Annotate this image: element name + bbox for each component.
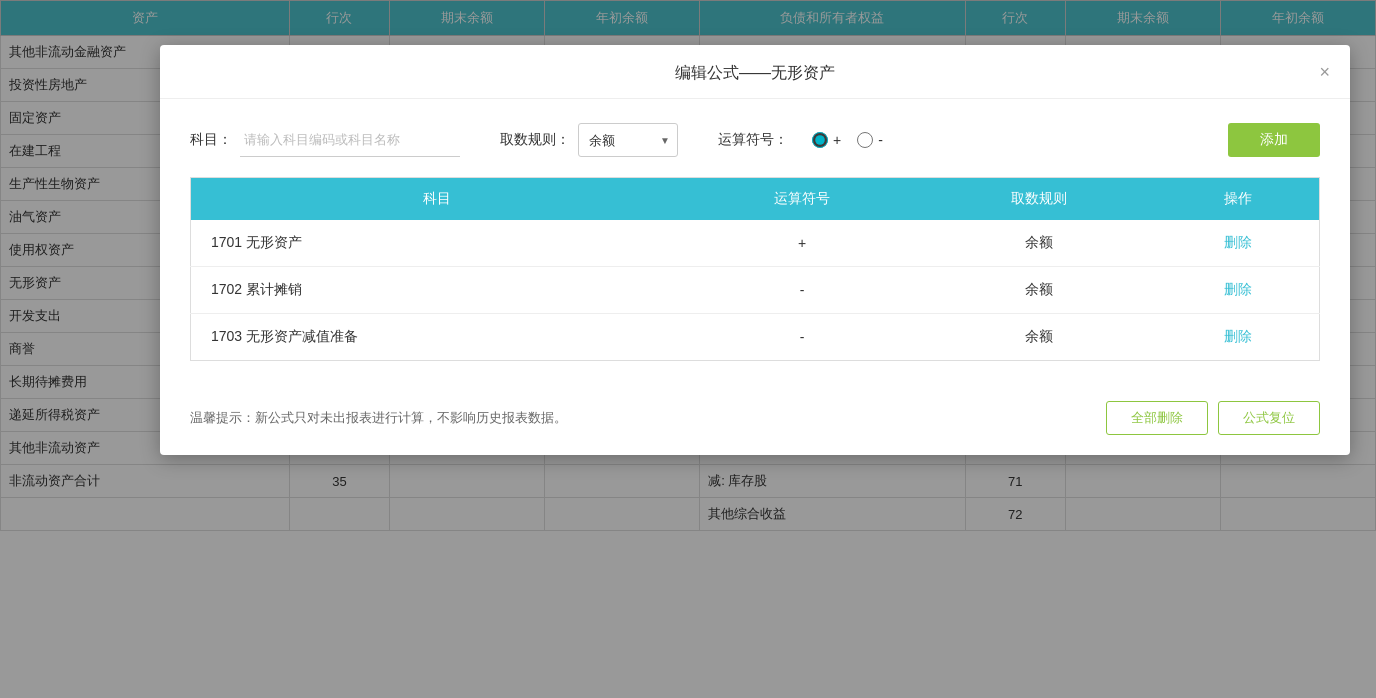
table-header-operator: 运算符号 (684, 178, 921, 221)
operator-group: 运算符号： + - (718, 131, 883, 149)
subject-cell: 1701 无形资产 (191, 220, 684, 267)
table-header-row: 科目 运算符号 取数规则 操作 (191, 178, 1320, 221)
operator-cell: + (684, 220, 921, 267)
edit-formula-modal: 编辑公式——无形资产 × 科目： 取数规则： 余额 借方 贷方 借方发生额 贷方… (160, 45, 1350, 455)
rule-section: 取数规则： 余额 借方 贷方 借方发生额 贷方发生额 ▼ (500, 123, 678, 157)
table-row: 1701 无形资产+余额 删除 (191, 220, 1320, 267)
rule-label: 取数规则： (500, 131, 570, 149)
modal-title: 编辑公式——无形资产 (675, 63, 835, 84)
modal-header: 编辑公式——无形资产 × (160, 45, 1350, 99)
subject-label: 科目： (190, 131, 232, 149)
table-row: 1703 无形资产减值准备-余额 删除 (191, 314, 1320, 361)
rule-select-wrapper: 余额 借方 贷方 借方发生额 贷方发生额 ▼ (578, 123, 678, 157)
table-row: 1702 累计摊销-余额 删除 (191, 267, 1320, 314)
formula-table: 科目 运算符号 取数规则 操作 1701 无形资产+余额删除1702 累计摊销-… (190, 177, 1320, 361)
footer-buttons: 全部删除 公式复位 (1106, 401, 1320, 435)
tip-text: 温馨提示：新公式只对未出报表进行计算，不影响历史报表数据。 (190, 409, 567, 427)
subject-cell: 1702 累计摊销 (191, 267, 684, 314)
modal-body: 科目： 取数规则： 余额 借方 贷方 借方发生额 贷方发生额 ▼ 运算符号： (160, 99, 1350, 385)
operator-plus-text: + (833, 132, 841, 148)
operator-plus-label[interactable]: + (812, 132, 841, 148)
delete-link[interactable]: 删除 (1224, 234, 1252, 250)
action-cell: 删除 (1157, 314, 1320, 361)
table-header-subject: 科目 (191, 178, 684, 221)
subject-cell: 1703 无形资产减值准备 (191, 314, 684, 361)
delete-link[interactable]: 删除 (1224, 281, 1252, 297)
operator-minus-label[interactable]: - (857, 132, 883, 148)
operator-plus-radio[interactable] (812, 132, 828, 148)
rule-cell: 余额 (920, 267, 1157, 314)
formula-form-row: 科目： 取数规则： 余额 借方 贷方 借方发生额 贷方发生额 ▼ 运算符号： (190, 123, 1320, 157)
rule-cell: 余额 (920, 220, 1157, 267)
table-header-rule: 取数规则 (920, 178, 1157, 221)
reset-formula-button[interactable]: 公式复位 (1218, 401, 1320, 435)
operator-minus-radio[interactable] (857, 132, 873, 148)
subject-input[interactable] (240, 123, 460, 157)
action-cell: 删除 (1157, 267, 1320, 314)
operator-cell: - (684, 314, 921, 361)
rule-select[interactable]: 余额 借方 贷方 借方发生额 贷方发生额 (578, 123, 678, 157)
delete-link[interactable]: 删除 (1224, 328, 1252, 344)
table-header-action: 操作 (1157, 178, 1320, 221)
delete-all-button[interactable]: 全部删除 (1106, 401, 1208, 435)
modal-footer: 温馨提示：新公式只对未出报表进行计算，不影响历史报表数据。 全部删除 公式复位 (160, 385, 1350, 455)
operator-minus-text: - (878, 132, 883, 148)
rule-cell: 余额 (920, 314, 1157, 361)
action-cell: 删除 (1157, 220, 1320, 267)
operator-cell: - (684, 267, 921, 314)
modal-close-button[interactable]: × (1319, 63, 1330, 81)
operator-label: 运算符号： (718, 131, 788, 149)
add-button[interactable]: 添加 (1228, 123, 1320, 157)
